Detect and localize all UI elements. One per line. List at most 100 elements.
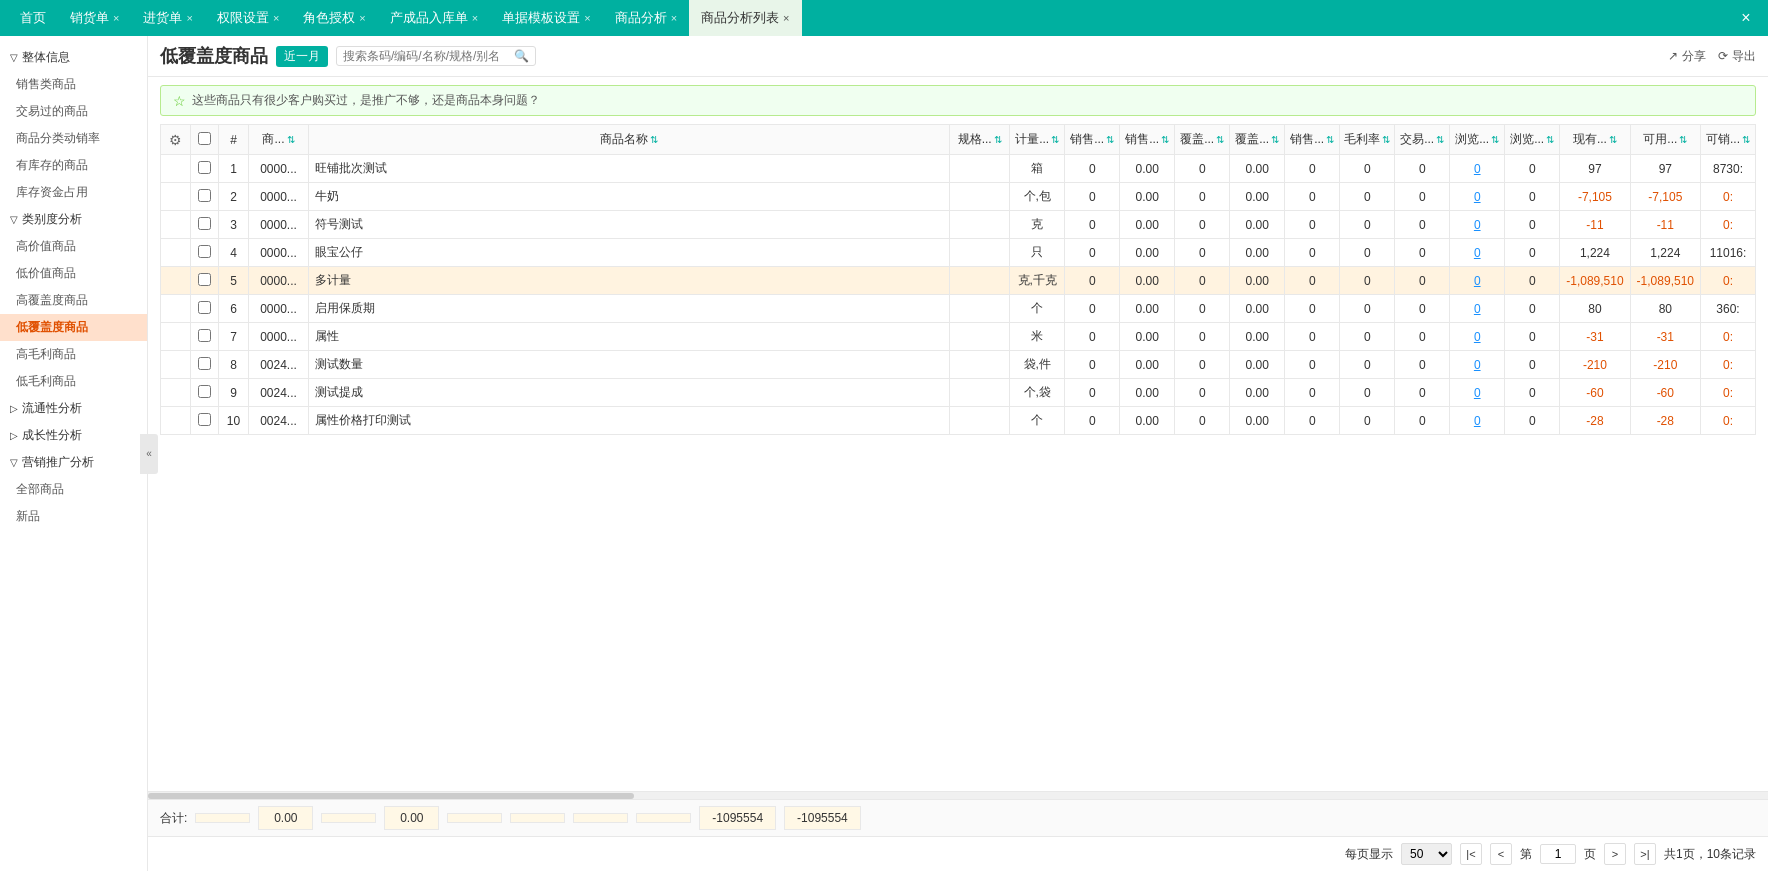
sidebar-item-low-coverage[interactable]: 低覆盖度商品	[0, 314, 147, 341]
settings-icon[interactable]: ⚙	[169, 132, 182, 148]
col-checkbox[interactable]	[191, 125, 219, 155]
next-page-btn[interactable]: >	[1604, 843, 1626, 865]
window-close-btn[interactable]: ×	[1732, 4, 1760, 32]
total-gap1	[321, 813, 376, 823]
row-b1[interactable]: 0	[1450, 211, 1505, 239]
col-sales3[interactable]: 销售...⇅	[1285, 125, 1340, 155]
nav-product-stock[interactable]: 产成品入库单 ×	[378, 0, 490, 36]
sidebar-section-marketing[interactable]: ▽ 营销推广分析	[0, 449, 147, 476]
sidebar-item-traded-goods[interactable]: 交易过的商品	[0, 98, 147, 125]
share-btn[interactable]: ↗ 分享	[1668, 48, 1706, 65]
row-b1[interactable]: 0	[1450, 239, 1505, 267]
row-b1[interactable]: 0	[1450, 379, 1505, 407]
row-checkbox[interactable]	[191, 267, 219, 295]
row-checkbox[interactable]	[191, 379, 219, 407]
sidebar-section-growth[interactable]: ▷ 成长性分析	[0, 422, 147, 449]
sidebar-item-low-value[interactable]: 低价值商品	[0, 260, 147, 287]
select-all-checkbox[interactable]	[198, 132, 211, 145]
col-gross-rate[interactable]: 毛利率⇅	[1340, 125, 1395, 155]
col-unit[interactable]: 计量...⇅	[1010, 125, 1065, 155]
col-code[interactable]: 商...⇅	[249, 125, 309, 155]
row-checkbox[interactable]	[191, 155, 219, 183]
col-available[interactable]: 可用...⇅	[1630, 125, 1700, 155]
row-b1[interactable]: 0	[1450, 155, 1505, 183]
nav-roles-close[interactable]: ×	[359, 12, 365, 24]
sidebar-item-sales-goods[interactable]: 销售类商品	[0, 71, 147, 98]
sidebar-item-high-coverage[interactable]: 高覆盖度商品	[0, 287, 147, 314]
nav-template[interactable]: 单据模板设置 ×	[490, 0, 602, 36]
row-c2: 0.00	[1230, 379, 1285, 407]
nav-goods-analysis-list[interactable]: 商品分析列表 ×	[689, 0, 801, 36]
nav-permissions[interactable]: 权限设置 ×	[205, 0, 291, 36]
scrollbar-thumb[interactable]	[148, 793, 634, 799]
row-spec	[950, 155, 1010, 183]
search-icon[interactable]: 🔍	[514, 49, 529, 63]
sidebar-section-overall[interactable]: ▽ 整体信息	[0, 44, 147, 71]
page-label: 第	[1520, 846, 1532, 863]
row-b1[interactable]: 0	[1450, 295, 1505, 323]
row-sl: 8730:	[1701, 155, 1756, 183]
nav-goods-analysis[interactable]: 商品分析 ×	[603, 0, 689, 36]
sidebar-section-flow[interactable]: ▷ 流通性分析	[0, 395, 147, 422]
row-spec	[950, 267, 1010, 295]
sidebar-item-high-value[interactable]: 高价值商品	[0, 233, 147, 260]
col-spec[interactable]: 规格...⇅	[950, 125, 1010, 155]
col-trade[interactable]: 交易...⇅	[1395, 125, 1450, 155]
row-b1[interactable]: 0	[1450, 323, 1505, 351]
search-input[interactable]	[343, 49, 510, 63]
nav-purchase-close[interactable]: ×	[186, 12, 192, 24]
sidebar-item-low-profit[interactable]: 低毛利商品	[0, 368, 147, 395]
total-c2: 0.00	[384, 806, 439, 830]
per-page-select[interactable]: 50 20 100	[1401, 843, 1452, 865]
row-checkbox[interactable]	[191, 351, 219, 379]
sidebar-item-all-goods[interactable]: 全部商品	[0, 476, 147, 503]
nav-product-stock-close[interactable]: ×	[472, 12, 478, 24]
row-b1[interactable]: 0	[1450, 351, 1505, 379]
col-name[interactable]: 商品名称⇅	[309, 125, 950, 155]
page-input[interactable]	[1540, 844, 1576, 864]
sidebar-item-high-profit[interactable]: 高毛利商品	[0, 341, 147, 368]
row-checkbox[interactable]	[191, 211, 219, 239]
col-browse2[interactable]: 浏览...⇅	[1505, 125, 1560, 155]
table-scrollbar[interactable]	[148, 791, 1768, 799]
prev-page-btn[interactable]: <	[1490, 843, 1512, 865]
row-cs: -210	[1560, 351, 1630, 379]
row-cs: 1,224	[1560, 239, 1630, 267]
last-page-btn[interactable]: >|	[1634, 843, 1656, 865]
row-c2: 0.00	[1230, 211, 1285, 239]
sidebar-item-stock-capital[interactable]: 库存资金占用	[0, 179, 147, 206]
nav-home[interactable]: 首页	[8, 0, 58, 36]
col-sales-qty[interactable]: 销售...⇅	[1065, 125, 1120, 155]
col-settings[interactable]: ⚙	[161, 125, 191, 155]
col-coverage2[interactable]: 覆盖...⇅	[1230, 125, 1285, 155]
sidebar-collapse-btn[interactable]: «	[140, 434, 158, 474]
first-page-btn[interactable]: |<	[1460, 843, 1482, 865]
col-sellable[interactable]: 可销...⇅	[1701, 125, 1756, 155]
nav-template-close[interactable]: ×	[584, 12, 590, 24]
nav-goods-analysis-close[interactable]: ×	[671, 12, 677, 24]
row-b1[interactable]: 0	[1450, 267, 1505, 295]
nav-sales[interactable]: 销货单 ×	[58, 0, 131, 36]
sidebar-item-new-goods[interactable]: 新品	[0, 503, 147, 530]
sidebar-item-goods-turnover[interactable]: 商品分类动销率	[0, 125, 147, 152]
row-checkbox[interactable]	[191, 183, 219, 211]
nav-roles[interactable]: 角色授权 ×	[291, 0, 377, 36]
row-b1[interactable]: 0	[1450, 183, 1505, 211]
row-b1[interactable]: 0	[1450, 407, 1505, 435]
col-coverage1[interactable]: 覆盖...⇅	[1175, 125, 1230, 155]
nav-permissions-close[interactable]: ×	[273, 12, 279, 24]
row-checkbox[interactable]	[191, 323, 219, 351]
col-current-stock[interactable]: 现有...⇅	[1560, 125, 1630, 155]
row-checkbox[interactable]	[191, 295, 219, 323]
row-checkbox[interactable]	[191, 407, 219, 435]
row-checkbox[interactable]	[191, 239, 219, 267]
nav-goods-analysis-list-close[interactable]: ×	[783, 12, 789, 24]
col-browse1[interactable]: 浏览...⇅	[1450, 125, 1505, 155]
nav-sales-close[interactable]: ×	[113, 12, 119, 24]
period-button[interactable]: 近一月	[276, 46, 328, 67]
export-btn[interactable]: ⟳ 导出	[1718, 48, 1756, 65]
sidebar-item-has-stock[interactable]: 有库存的商品	[0, 152, 147, 179]
sidebar-section-quality[interactable]: ▽ 类别度分析	[0, 206, 147, 233]
col-sales-amt[interactable]: 销售...⇅	[1120, 125, 1175, 155]
nav-purchase[interactable]: 进货单 ×	[131, 0, 204, 36]
